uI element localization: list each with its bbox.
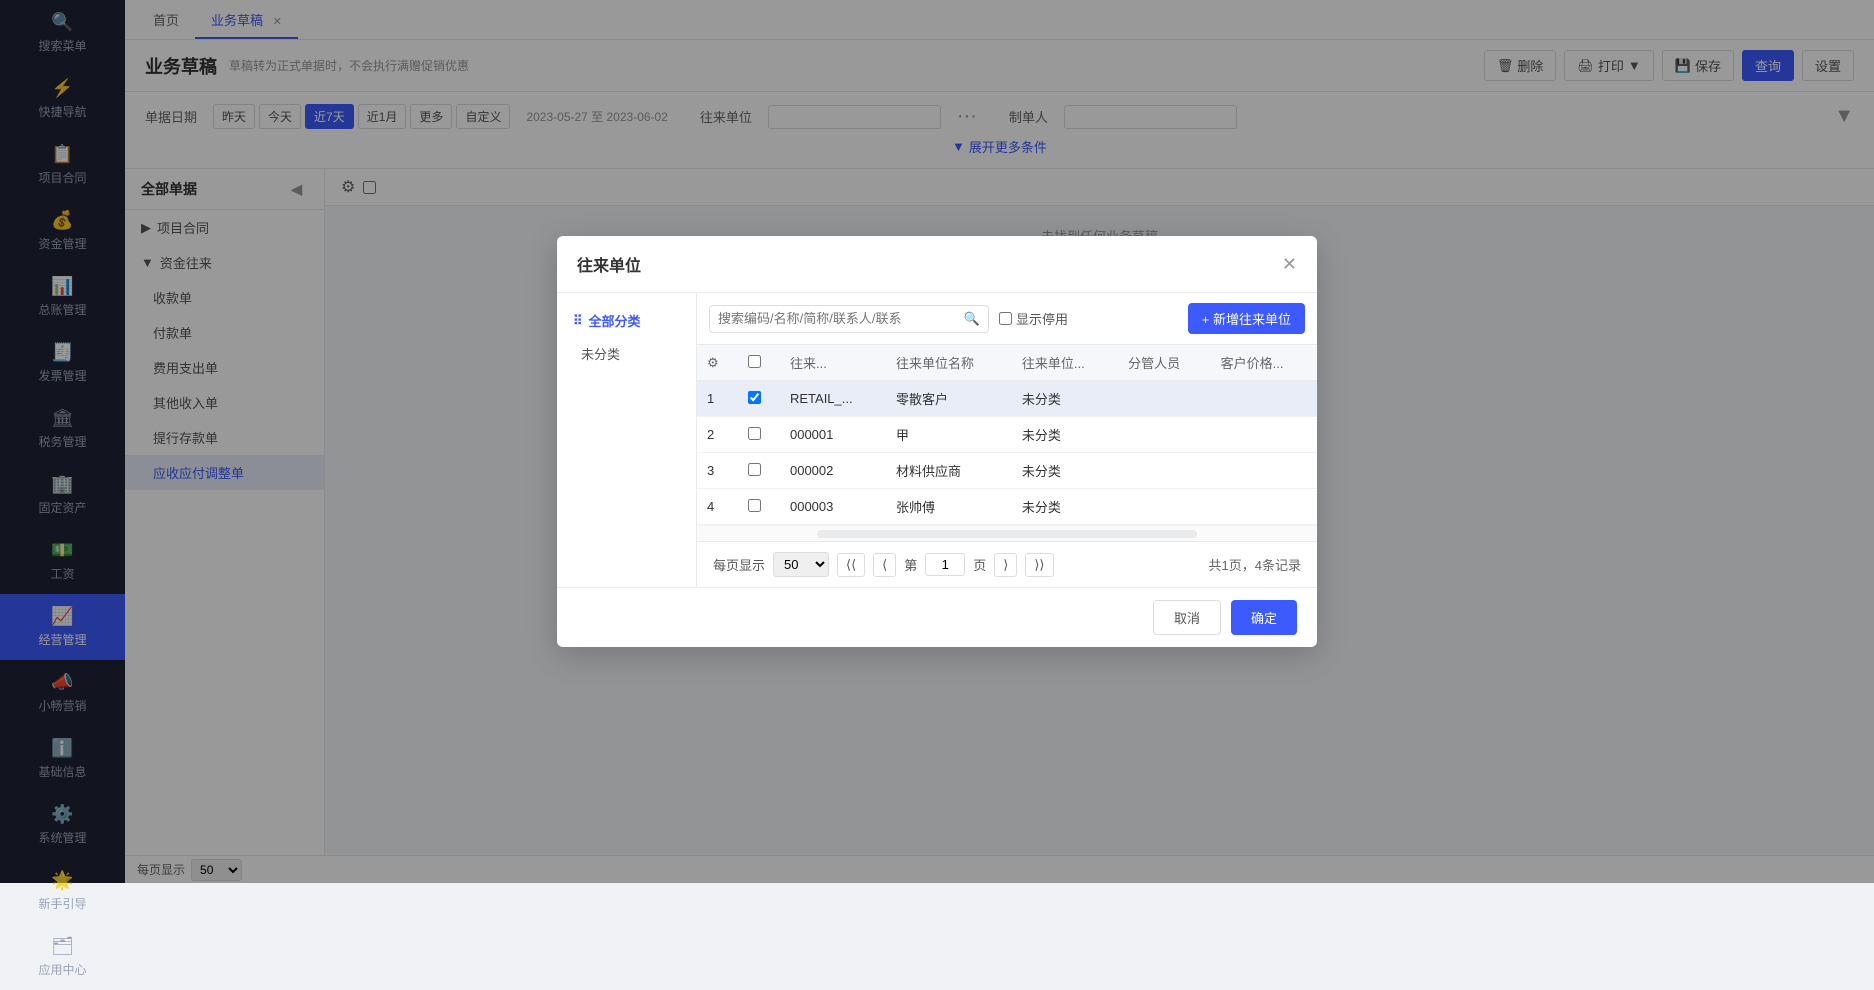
row-1-checkbox — [738, 381, 780, 417]
partner-table-body: 1 RETAIL_... 零散客户 未分类 2 — [697, 381, 1317, 525]
next-page-button[interactable]: ⟩ — [994, 553, 1017, 577]
dialog-footer: 取消 确定 — [557, 587, 1317, 647]
partner-table-header: ⚙ 往来... 往来单位名称 往来单位... 分管人员 客户价格... — [697, 345, 1317, 381]
row-1-seq: 1 — [697, 381, 738, 417]
row-3-code: 000002 — [780, 453, 886, 489]
dialog-close-button[interactable]: ✕ — [1282, 254, 1297, 275]
dialog-toolbar: 🔍 显示停用 + 新增往来单位 — [697, 293, 1317, 345]
col-category: 往来单位... — [1012, 345, 1118, 381]
cancel-button[interactable]: 取消 — [1153, 600, 1221, 635]
show-disabled-checkbox[interactable] — [999, 312, 1012, 325]
row-1-name: 零散客户 — [886, 381, 1012, 417]
row-4-checkbox — [738, 489, 780, 525]
search-box: 🔍 — [709, 305, 989, 333]
dialog-partner: 往来单位 ✕ ⠿ 全部分类 未分类 — [557, 236, 1317, 647]
row-4-manager — [1118, 489, 1210, 525]
col-price-label: 客户价格... — [1221, 356, 1284, 371]
first-page-button[interactable]: ⟨⟨ — [837, 553, 865, 577]
show-disabled-text: 显示停用 — [1016, 309, 1068, 328]
col-code-label: 往来... — [790, 356, 827, 371]
row-2-code: 000001 — [780, 417, 886, 453]
dialog-header: 往来单位 ✕ — [557, 236, 1317, 293]
dialog-right-panel: 🔍 显示停用 + 新增往来单位 ⚙ — [697, 293, 1317, 587]
search-icon[interactable]: 🔍 — [956, 306, 988, 332]
row-1-manager — [1118, 381, 1210, 417]
app-icon: 🗂 — [51, 936, 74, 957]
row-2-select[interactable] — [748, 427, 761, 440]
row-3-select[interactable] — [748, 463, 761, 476]
partner-search-input[interactable] — [710, 306, 956, 331]
page-number-input[interactable] — [925, 553, 965, 576]
last-page-button[interactable]: ⟩⟩ — [1025, 553, 1053, 577]
row-2-name: 甲 — [886, 417, 1012, 453]
sidebar-guide-label: 新手引导 — [38, 895, 86, 912]
table-row[interactable]: 4 000003 张帅傅 未分类 — [697, 489, 1317, 525]
row-1-category: 未分类 — [1012, 381, 1118, 417]
overlay: 往来单位 ✕ ⠿ 全部分类 未分类 — [0, 0, 1874, 883]
row-3-price — [1211, 453, 1317, 489]
row-4-select[interactable] — [748, 499, 761, 512]
row-2-manager — [1118, 417, 1210, 453]
col-category-label: 往来单位... — [1022, 356, 1085, 371]
row-3-category: 未分类 — [1012, 453, 1118, 489]
table-row[interactable]: 3 000002 材料供应商 未分类 — [697, 453, 1317, 489]
row-2-seq: 2 — [697, 417, 738, 453]
col-manager-label: 分管人员 — [1128, 356, 1180, 371]
page-of-word: 第 — [904, 555, 917, 574]
row-3-seq: 3 — [697, 453, 738, 489]
row-2-checkbox — [738, 417, 780, 453]
confirm-button[interactable]: 确定 — [1231, 600, 1297, 635]
row-3-name: 材料供应商 — [886, 453, 1012, 489]
col-price: 客户价格... — [1211, 345, 1317, 381]
row-3-checkbox — [738, 453, 780, 489]
dialog-uncategorized-label: 未分类 — [581, 347, 620, 362]
col-name: 往来单位名称 — [886, 345, 1012, 381]
table-select-all[interactable] — [748, 355, 761, 368]
dialog-left-uncategorized[interactable]: 未分类 — [557, 338, 696, 369]
col-code: 往来... — [780, 345, 886, 381]
grid-icon: ⠿ — [573, 313, 583, 329]
dialog-left-panel: ⠿ 全部分类 未分类 — [557, 293, 697, 587]
page-size-label: 每页显示 — [713, 555, 765, 574]
dialog-body: ⠿ 全部分类 未分类 🔍 — [557, 293, 1317, 587]
total-info: 共1页，4条记录 — [1209, 555, 1301, 574]
row-4-category: 未分类 — [1012, 489, 1118, 525]
horizontal-scrollbar[interactable] — [817, 530, 1197, 538]
page-size-select[interactable]: 50 100 200 — [773, 552, 829, 577]
settings-col-icon[interactable]: ⚙ — [707, 355, 719, 370]
row-4-price — [1211, 489, 1317, 525]
row-4-name: 张帅傅 — [886, 489, 1012, 525]
sidebar-item-app[interactable]: 🗂 应用中心 — [0, 924, 125, 990]
dialog-all-category-label: 全部分类 — [589, 311, 641, 330]
add-partner-button[interactable]: + 新增往来单位 — [1188, 303, 1305, 334]
row-3-manager — [1118, 453, 1210, 489]
dialog-left-all-category[interactable]: ⠿ 全部分类 — [557, 303, 696, 338]
row-1-select[interactable] — [748, 391, 761, 404]
row-4-seq: 4 — [697, 489, 738, 525]
table-row[interactable]: 1 RETAIL_... 零散客户 未分类 — [697, 381, 1317, 417]
row-1-code: RETAIL_... — [780, 381, 886, 417]
horizontal-scrollbar-area — [697, 525, 1317, 541]
table-row[interactable]: 2 000001 甲 未分类 — [697, 417, 1317, 453]
partner-table: ⚙ 往来... 往来单位名称 往来单位... 分管人员 客户价格... — [697, 345, 1317, 525]
row-4-code: 000003 — [780, 489, 886, 525]
col-name-label: 往来单位名称 — [896, 356, 974, 371]
col-settings: ⚙ — [697, 345, 738, 381]
dialog-title: 往来单位 — [577, 252, 641, 276]
show-disabled-label: 显示停用 — [999, 309, 1068, 328]
sidebar-app-label: 应用中心 — [38, 961, 86, 978]
row-1-price — [1211, 381, 1317, 417]
page-word: 页 — [973, 555, 986, 574]
col-checkbox — [738, 345, 780, 381]
col-manager: 分管人员 — [1118, 345, 1210, 381]
row-2-price — [1211, 417, 1317, 453]
partner-table-scroll: ⚙ 往来... 往来单位名称 往来单位... 分管人员 客户价格... — [697, 345, 1317, 525]
prev-page-button[interactable]: ⟨ — [873, 553, 896, 577]
row-2-category: 未分类 — [1012, 417, 1118, 453]
pagination: 每页显示 50 100 200 ⟨⟨ ⟨ 第 页 ⟩ ⟩⟩ 共1页，4 — [697, 541, 1317, 587]
